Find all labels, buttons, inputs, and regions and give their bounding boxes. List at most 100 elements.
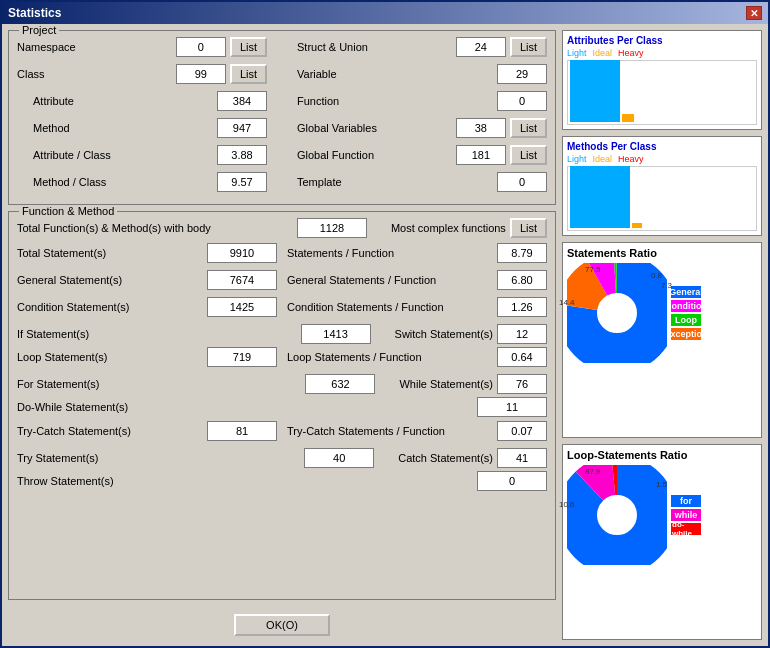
dowhile-value: 11 [477, 397, 547, 417]
legend-for: for [671, 495, 701, 507]
template-label: Template [297, 176, 342, 188]
try-statements-label: Try Statement(s) [17, 452, 99, 464]
methods-bar-chart [567, 166, 757, 231]
function-value: 0 [497, 91, 547, 111]
global-variables-list-button[interactable]: List [510, 118, 547, 138]
loop-legend: for while do-while [671, 495, 701, 535]
meth-ideal-label: Ideal [593, 154, 613, 164]
method-label: Method [17, 122, 70, 134]
trycatch-function-row: Try-Catch Statements / Function 0.07 [287, 421, 547, 441]
loop-dowhile-pct: 1.5 [656, 480, 667, 489]
loop-statements-function-label: Loop Statements / Function [287, 351, 422, 363]
legend-loop: Loop [671, 314, 701, 326]
legend-dowhile: do-while [671, 523, 701, 535]
statements-ratio-title: Statements Ratio [567, 247, 757, 259]
attr-bar-light [570, 60, 620, 122]
meth-light-label: Light [567, 154, 587, 164]
struct-union-list-button[interactable]: List [510, 37, 547, 57]
most-complex-label: Most complex functions [391, 222, 506, 234]
total-fm-label: Total Function(s) & Method(s) with body [17, 222, 211, 234]
statements-function-label: Statements / Function [287, 247, 394, 259]
function-label: Function [297, 95, 339, 107]
window-title: Statistics [8, 6, 61, 20]
global-function-list-button[interactable]: List [510, 145, 547, 165]
method-class-label: Method / Class [17, 176, 106, 188]
legend-loop-color: Loop [671, 314, 701, 326]
legend-condition: Condition [671, 300, 701, 312]
attributes-chart-labels: Light Ideal Heavy [567, 48, 757, 58]
most-complex-list-button[interactable]: List [510, 218, 547, 238]
class-value: 99 [176, 64, 226, 84]
class-row: Class 99 List [17, 64, 267, 84]
method-value: 947 [217, 118, 267, 138]
ok-button[interactable]: OK(O) [234, 614, 330, 636]
function-row: Function 0 [297, 91, 547, 111]
throw-label: Throw Statement(s) [17, 475, 114, 487]
class-list-button[interactable]: List [230, 64, 267, 84]
attribute-value: 384 [217, 91, 267, 111]
attribute-class-row: Attribute / Class 3.88 [17, 145, 267, 165]
struct-union-label: Struct & Union [297, 41, 368, 53]
condition-statements-row: Condition Statement(s) 1425 [17, 297, 277, 317]
methods-per-class-title: Methods Per Class [567, 141, 757, 152]
function-method-group: Function & Method Total Function(s) & Me… [8, 211, 556, 600]
namespace-list-button[interactable]: List [230, 37, 267, 57]
struct-union-value: 24 [456, 37, 506, 57]
general-statements-function-value: 6.80 [497, 270, 547, 290]
stmt-loop-pct: 0.8 [651, 271, 662, 280]
global-function-label: Global Function [297, 149, 374, 161]
namespace-value: 0 [176, 37, 226, 57]
function-method-label: Function & Method [19, 205, 117, 217]
loop-ratio-title: Loop-Statements Ratio [567, 449, 757, 461]
general-statements-value: 7674 [207, 270, 277, 290]
namespace-row: Namespace 0 List [17, 37, 267, 57]
right-panel: Attributes Per Class Light Ideal Heavy M… [562, 30, 762, 640]
loop-statements-label: Loop Statement(s) [17, 351, 108, 363]
trycatch-function-value: 0.07 [497, 421, 547, 441]
variable-row: Variable 29 [297, 64, 547, 84]
attributes-per-class-title: Attributes Per Class [567, 35, 757, 46]
legend-dowhile-color: do-while [671, 523, 701, 535]
while-statements-label: While Statement(s) [399, 378, 493, 390]
loop-ratio-area: 87.9 10.6 1.5 for while [567, 465, 757, 565]
meth-heavy-label: Heavy [618, 154, 644, 164]
while-statements-value: 76 [497, 374, 547, 394]
total-statements-label: Total Statement(s) [17, 247, 106, 259]
global-variables-label: Global Variables [297, 122, 377, 134]
attribute-class-label: Attribute / Class [17, 149, 111, 161]
method-class-value: 9.57 [217, 172, 267, 192]
if-statements-value: 1413 [301, 324, 371, 344]
struct-union-row: Struct & Union 24 List [297, 37, 547, 57]
dowhile-row: Do-While Statement(s) 11 [17, 397, 547, 417]
left-panel: Project Namespace 0 List Class [8, 30, 556, 640]
class-label: Class [17, 68, 45, 80]
legend-exception: Exception [671, 328, 701, 340]
try-statements-value: 40 [304, 448, 374, 468]
methods-per-class-box: Methods Per Class Light Ideal Heavy [562, 136, 762, 236]
loop-statements-value: 719 [207, 347, 277, 367]
close-button[interactable]: ✕ [746, 6, 762, 20]
trycatch-function-label: Try-Catch Statements / Function [287, 425, 445, 437]
total-fm-value: 1128 [297, 218, 367, 238]
condition-statements-function-value: 1.26 [497, 297, 547, 317]
general-statements-function-label: General Statements / Function [287, 274, 436, 286]
statements-pie-chart: 77.5 7.3 0.8 14.4 [567, 263, 667, 363]
statements-ratio-box: Statements Ratio 77.5 [562, 242, 762, 438]
attribute-class-value: 3.88 [217, 145, 267, 165]
statistics-window: Statistics ✕ Project Namespace 0 List [0, 0, 770, 648]
project-group: Project Namespace 0 List Class [8, 30, 556, 205]
variable-value: 29 [497, 64, 547, 84]
loop-for-pct: 87.9 [585, 467, 601, 476]
attr-ideal-label: Ideal [593, 48, 613, 58]
variable-label: Variable [297, 68, 337, 80]
throw-row: Throw Statement(s) 0 [17, 471, 547, 491]
global-variables-value: 38 [456, 118, 506, 138]
attribute-row: Attribute 384 [17, 91, 267, 111]
switch-statements-label: Switch Statement(s) [395, 328, 493, 340]
statements-ratio-area: 77.5 7.3 0.8 14.4 General [567, 263, 757, 363]
general-statements-row: General Statement(s) 7674 [17, 270, 277, 290]
statements-legend: General Condition Loop [671, 286, 701, 340]
meth-bar-light [570, 166, 630, 228]
title-bar: Statistics ✕ [2, 2, 768, 24]
loop-statements-function-row: Loop Statements / Function 0.64 [287, 347, 547, 367]
